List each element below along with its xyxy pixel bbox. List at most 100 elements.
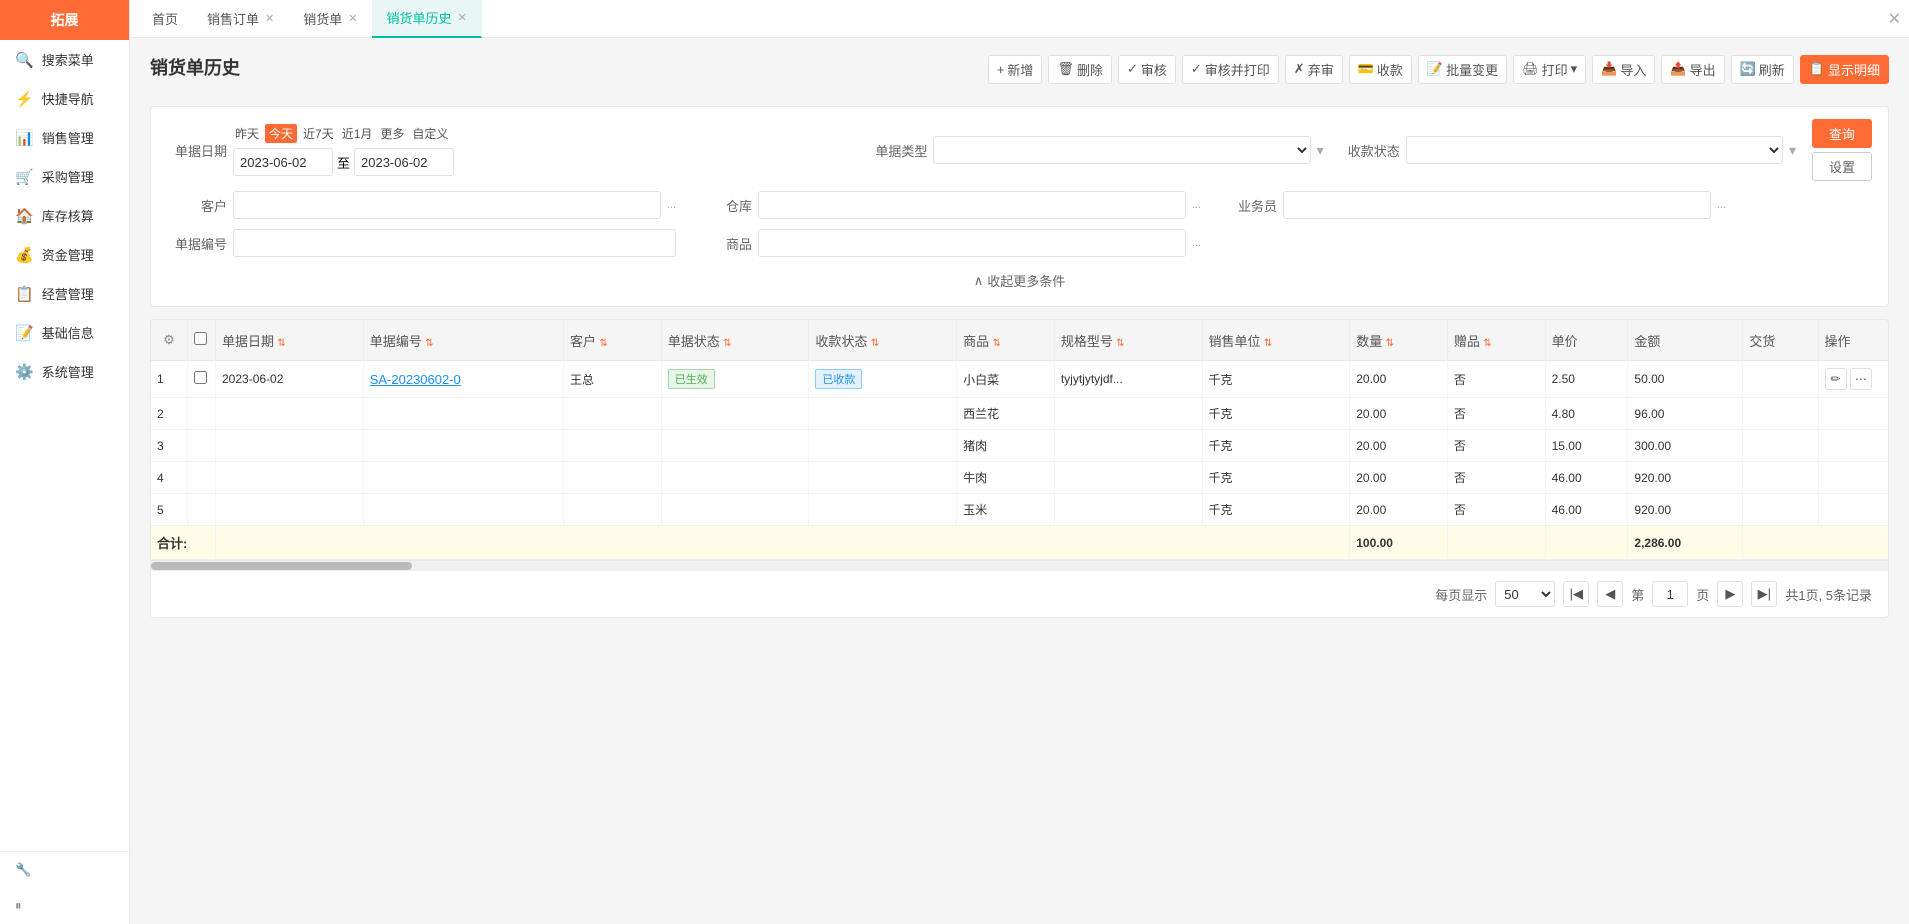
tab-sales-delivery-history-close[interactable]: ✕ [458,11,467,24]
sidebar-item-base-info[interactable]: 📝 基础信息 [0,313,129,352]
salesperson-ellipsis[interactable]: ... [1717,199,1726,211]
sidebar-item-search-menu[interactable]: 🔍 搜索菜单 [0,40,129,79]
next-page-button[interactable]: ▶ [1717,581,1743,607]
edit-action-button[interactable]: ✏ [1825,368,1847,390]
doc-type-select[interactable] [933,136,1310,164]
customer-ellipsis[interactable]: ... [667,199,676,211]
delete-button[interactable]: 🗑 删除 [1048,55,1112,84]
date-range: 至 [233,148,851,176]
audit-print-button[interactable]: ✓ 审核并打印 [1182,55,1279,84]
cell-checkbox[interactable] [188,494,216,526]
cell-checkbox[interactable] [188,430,216,462]
sidebar-item-pause[interactable]: ⏸ [0,888,129,924]
sidebar-item-sys-mgmt[interactable]: ⚙️ 系统管理 [0,352,129,391]
col-doc-status[interactable]: 单据状态 ⇅ [661,320,809,361]
goods-ellipsis[interactable]: ... [1192,237,1201,249]
sidebar-item-operations[interactable]: 📋 经营管理 [0,274,129,313]
cell-payment-status [809,462,957,494]
per-page-select[interactable]: 50 100 [1495,581,1555,607]
row-checkbox[interactable] [194,371,207,384]
settings-button[interactable]: 设置 [1812,152,1872,181]
collapse-button[interactable]: ∧ 收起更多条件 [167,267,1872,294]
cell-checkbox[interactable] [188,361,216,398]
cell-doc-status [661,398,809,430]
tab-sales-order-close[interactable]: ✕ [265,12,274,25]
doc-no-link[interactable]: SA-20230602-0 [370,372,461,387]
date-to-input[interactable] [354,148,454,176]
shortcut-custom[interactable]: 自定义 [410,124,450,143]
settings-label: 设置 [1829,157,1855,176]
more-action-button[interactable]: ⋯ [1850,368,1872,390]
tab-home[interactable]: 首页 [138,0,193,38]
customer-input[interactable] [233,191,661,219]
new-button[interactable]: + 新增 [988,55,1043,84]
prev-page-button[interactable]: ◀ [1597,581,1623,607]
sidebar-item-inventory[interactable]: 🏠 库存核算 [0,196,129,235]
audit-button[interactable]: ✓ 审核 [1118,55,1176,84]
shortcut-1month[interactable]: 近1月 [340,124,375,143]
export-button[interactable]: 📤 导出 [1661,55,1724,84]
shortcut-more[interactable]: 更多 [378,124,406,143]
col-customer[interactable]: 客户 ⇅ [564,320,662,361]
scroll-thumb[interactable] [151,562,412,570]
tab-sales-delivery[interactable]: 销货单 ✕ [289,0,372,38]
import-button[interactable]: 📥 导入 [1592,55,1655,84]
tab-sales-delivery-close[interactable]: ✕ [348,12,357,25]
select-all-checkbox[interactable] [194,332,207,345]
sidebar-item-finance[interactable]: 💰 资金管理 [0,235,129,274]
col-doc-no[interactable]: 单据编号 ⇅ [363,320,563,361]
sidebar-item-quick-nav[interactable]: ⚡ 快捷导航 [0,79,129,118]
col-unit[interactable]: 销售单位 ⇅ [1202,320,1350,361]
discard-button[interactable]: ✗ 弃审 [1285,55,1343,84]
col-quantity[interactable]: 数量 ⇅ [1350,320,1448,361]
cell-spec [1054,462,1202,494]
page-number-input[interactable] [1652,581,1688,607]
cell-action: ✏ ⋯ [1818,361,1888,398]
col-checkbox[interactable] [188,320,216,361]
col-payment-status[interactable]: 收款状态 ⇅ [809,320,957,361]
cell-goods: 小白菜 [957,361,1055,398]
shortcut-7days[interactable]: 近7天 [301,124,336,143]
print-button[interactable]: 🖨 打印 ▾ [1513,55,1586,84]
batch-change-button[interactable]: 📝 批量变更 [1418,55,1507,84]
collapse-row: ∧ 收起更多条件 [167,267,1872,294]
goods-field: 商品 ... [692,229,1201,257]
first-page-button[interactable]: |◀ [1563,581,1589,607]
horizontal-scrollbar[interactable] [151,560,1888,570]
cell-checkbox[interactable] [188,398,216,430]
col-goods[interactable]: 商品 ⇅ [957,320,1055,361]
cell-goods: 西兰花 [957,398,1055,430]
sidebar-item-settings-bottom[interactable]: 🔧 [0,852,129,888]
cell-doc-date [216,430,364,462]
tab-sales-delivery-history[interactable]: 销货单历史 ✕ [372,0,481,38]
sidebar-item-purchase-mgmt[interactable]: 🛒 采购管理 [0,157,129,196]
col-doc-date[interactable]: 单据日期 ⇅ [216,320,364,361]
collect-button[interactable]: 💳 收款 [1349,55,1412,84]
gear-icon[interactable]: ⚙ [157,328,181,352]
tab-sales-order[interactable]: 销售订单 ✕ [193,0,289,38]
last-page-button[interactable]: ▶| [1751,581,1777,607]
shortcut-today[interactable]: 今天 [265,124,297,143]
tab-close-all-button[interactable]: ✕ [1888,9,1901,29]
cell-unit: 千克 [1202,361,1350,398]
salesperson-input[interactable] [1283,191,1711,219]
show-details-icon: 📋 [1809,61,1825,77]
search-form: 单据日期 昨天 今天 近7天 近1月 更多 自定义 至 [150,106,1889,307]
warehouse-input[interactable] [758,191,1186,219]
col-gear[interactable]: ⚙ [151,320,188,361]
refresh-button[interactable]: 🔄 刷新 [1731,55,1794,84]
query-button[interactable]: 查询 [1812,119,1872,148]
warehouse-ellipsis[interactable]: ... [1192,199,1201,211]
cell-checkbox[interactable] [188,462,216,494]
sidebar-item-sales-mgmt[interactable]: 📊 销售管理 [0,118,129,157]
batch-change-icon: 📝 [1427,61,1443,77]
sort-unit-icon: ⇅ [1264,338,1272,349]
date-from-input[interactable] [233,148,333,176]
col-gift[interactable]: 赠品 ⇅ [1447,320,1545,361]
show-details-button[interactable]: 📋 显示明细 [1800,55,1889,84]
goods-input[interactable] [758,229,1186,257]
shortcut-yesterday[interactable]: 昨天 [233,124,261,143]
doc-no-input[interactable] [233,229,676,257]
payment-status-select[interactable] [1406,136,1783,164]
col-spec[interactable]: 规格型号 ⇅ [1054,320,1202,361]
